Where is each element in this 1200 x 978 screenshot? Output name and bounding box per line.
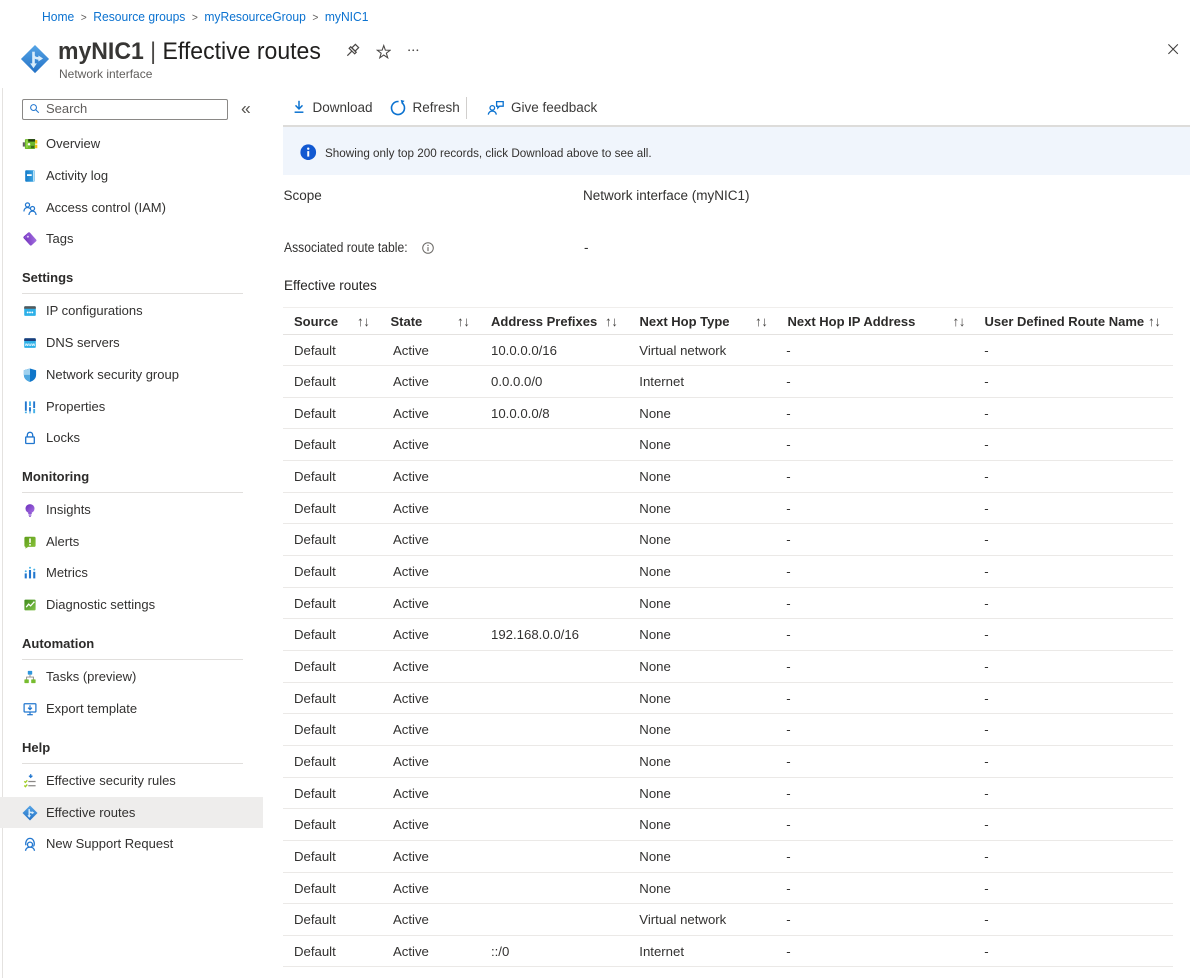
svg-text:www: www	[24, 342, 36, 347]
